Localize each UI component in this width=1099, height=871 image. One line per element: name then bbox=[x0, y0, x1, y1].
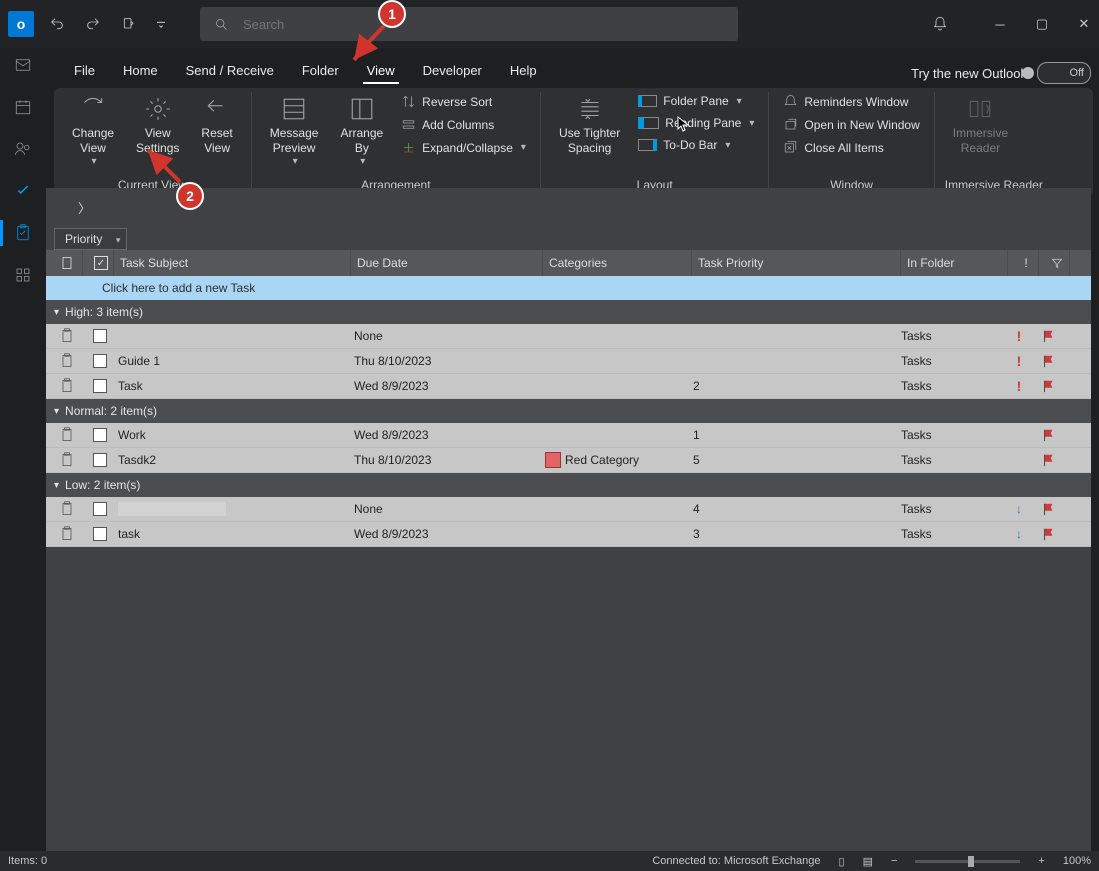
open-new-window-label: Open in New Window bbox=[804, 118, 919, 132]
status-items: Items: 0 bbox=[8, 855, 47, 867]
folder-pane-label: Folder Pane bbox=[663, 94, 728, 108]
redo-button[interactable] bbox=[80, 11, 106, 37]
apps-icon[interactable] bbox=[12, 264, 34, 286]
tab-home[interactable]: Home bbox=[109, 57, 172, 84]
task-row[interactable]: Guide 1 Thu 8/10/2023 Tasks ! bbox=[46, 349, 1091, 374]
table-header: ✓ Task Subject Due Date Categories Task … bbox=[46, 250, 1091, 276]
mouse-cursor bbox=[676, 116, 692, 132]
group-normal[interactable]: ▾Normal: 2 item(s) bbox=[46, 399, 1091, 423]
zoom-slider[interactable] bbox=[915, 860, 1020, 863]
task-row[interactable]: Task Wed 8/9/2023 2 Tasks ! bbox=[46, 374, 1091, 399]
try-new-outlook-toggle[interactable]: Off bbox=[1037, 62, 1091, 84]
app-logo: o bbox=[8, 11, 34, 37]
group-low[interactable]: ▾Low: 2 item(s) bbox=[46, 473, 1091, 497]
category-label: Red Category bbox=[565, 453, 639, 467]
group-high-label: High: 3 item(s) bbox=[65, 305, 143, 319]
task-row[interactable]: Work Wed 8/9/2023 1 Tasks bbox=[46, 423, 1091, 448]
add-columns-label: Add Columns bbox=[422, 118, 494, 132]
view-normal-icon[interactable]: ▯ bbox=[839, 855, 845, 868]
todo-bar-label: To-Do Bar bbox=[663, 138, 717, 152]
task-row[interactable]: Tasdk2 Thu 8/10/2023 Red Category 5 Task… bbox=[46, 448, 1091, 473]
arrange-by-button[interactable]: Arrange By▾ bbox=[332, 92, 391, 173]
bell-icon[interactable] bbox=[927, 11, 953, 37]
qat-dropdown[interactable] bbox=[148, 11, 174, 37]
immersive-reader-label: Immersive Reader bbox=[953, 126, 1008, 156]
people-icon[interactable] bbox=[12, 138, 34, 160]
tab-help[interactable]: Help bbox=[496, 57, 551, 84]
todo-bar-button[interactable]: To-Do Bar▾ bbox=[634, 136, 758, 154]
priority-label: Priority bbox=[65, 232, 102, 246]
col-importance[interactable]: ! bbox=[1008, 250, 1039, 276]
task-row[interactable]: None Tasks ! bbox=[46, 324, 1091, 349]
tab-file[interactable]: File bbox=[60, 57, 109, 84]
view-settings-label: View Settings bbox=[136, 126, 179, 156]
col-folder[interactable]: In Folder bbox=[901, 250, 1008, 276]
new-task-row[interactable]: Click here to add a new Task bbox=[46, 276, 1091, 300]
calendar-icon[interactable] bbox=[12, 96, 34, 118]
message-preview-button[interactable]: Message Preview▾ bbox=[262, 92, 327, 173]
close-button[interactable]: ✕ bbox=[1077, 16, 1091, 32]
group-normal-label: Normal: 2 item(s) bbox=[65, 404, 157, 418]
redacted-text bbox=[118, 502, 226, 516]
minimize-button[interactable]: ─ bbox=[993, 16, 1007, 32]
add-columns-button[interactable]: Add Columns bbox=[397, 115, 530, 134]
reminders-window-button[interactable]: Reminders Window bbox=[779, 92, 923, 111]
open-new-window-button[interactable]: Open in New Window bbox=[779, 115, 923, 134]
tab-view[interactable]: View bbox=[353, 57, 409, 84]
tasks-icon[interactable] bbox=[12, 222, 34, 244]
close-all-items-button[interactable]: Close All Items bbox=[779, 138, 923, 157]
status-connected: Connected to: Microsoft Exchange bbox=[652, 855, 820, 867]
change-view-label: Change View bbox=[72, 126, 114, 156]
zoom-in-button[interactable]: + bbox=[1038, 855, 1044, 867]
todo-icon[interactable] bbox=[12, 180, 34, 202]
maximize-button[interactable]: ▢ bbox=[1035, 16, 1049, 32]
folder-pane-button[interactable]: Folder Pane▾ bbox=[634, 92, 758, 110]
tab-developer[interactable]: Developer bbox=[409, 57, 496, 84]
tab-send-receive[interactable]: Send / Receive bbox=[172, 57, 288, 84]
col-filter[interactable] bbox=[1039, 250, 1070, 276]
reminders-label: Reminders Window bbox=[804, 95, 908, 109]
group-high[interactable]: ▾High: 3 item(s) bbox=[46, 300, 1091, 324]
view-reading-icon[interactable]: ▤ bbox=[863, 855, 873, 868]
col-due-date[interactable]: Due Date bbox=[351, 250, 543, 276]
use-tighter-spacing-button[interactable]: Use Tighter Spacing bbox=[551, 92, 628, 160]
col-complete[interactable]: ✓ bbox=[83, 250, 114, 276]
undo-button[interactable] bbox=[44, 11, 70, 37]
search-icon bbox=[214, 17, 229, 32]
change-view-button[interactable]: Change View▾ bbox=[64, 92, 122, 173]
col-categories[interactable]: Categories bbox=[543, 250, 692, 276]
col-priority[interactable]: Task Priority bbox=[692, 250, 901, 276]
message-preview-label: Message Preview bbox=[270, 126, 319, 156]
expand-collapse-label: Expand/Collapse bbox=[422, 141, 513, 155]
toggle-off-label: Off bbox=[1070, 67, 1084, 79]
task-row[interactable]: None 4 Tasks ↓ bbox=[46, 497, 1091, 522]
close-all-items-label: Close All Items bbox=[804, 141, 883, 155]
priority-arrangement-button[interactable]: Priority▾ bbox=[54, 228, 127, 250]
arrange-by-label: Arrange By bbox=[340, 126, 383, 156]
reverse-sort-button[interactable]: Reverse Sort bbox=[397, 92, 530, 111]
search-bar[interactable] bbox=[200, 7, 738, 41]
reverse-sort-label: Reverse Sort bbox=[422, 95, 492, 109]
view-settings-button[interactable]: View Settings bbox=[128, 92, 187, 160]
quick-tool-button[interactable] bbox=[116, 11, 142, 37]
col-subject[interactable]: Task Subject bbox=[114, 250, 351, 276]
reading-pane-button[interactable]: Reading Pane▾ bbox=[634, 114, 758, 132]
expand-collapse-button[interactable]: Expand/Collapse▾ bbox=[397, 138, 530, 157]
use-tighter-label: Use Tighter Spacing bbox=[559, 126, 620, 156]
task-row[interactable]: task Wed 8/9/2023 3 Tasks ↓ bbox=[46, 522, 1091, 547]
group-low-label: Low: 2 item(s) bbox=[65, 478, 140, 492]
mail-icon[interactable] bbox=[12, 54, 34, 76]
col-icon[interactable] bbox=[46, 250, 83, 276]
try-new-outlook-label: Try the new Outlook bbox=[911, 66, 1027, 81]
immersive-reader-button: Immersive Reader bbox=[945, 92, 1016, 160]
search-input[interactable] bbox=[241, 16, 724, 33]
zoom-out-button[interactable]: − bbox=[891, 855, 897, 867]
expand-folder-pane-button[interactable]: 〉 bbox=[78, 198, 98, 218]
zoom-level: 100% bbox=[1063, 855, 1091, 867]
reset-view-label: Reset View bbox=[201, 126, 232, 156]
reset-view-button[interactable]: Reset View bbox=[193, 92, 240, 160]
tab-folder[interactable]: Folder bbox=[288, 57, 353, 84]
